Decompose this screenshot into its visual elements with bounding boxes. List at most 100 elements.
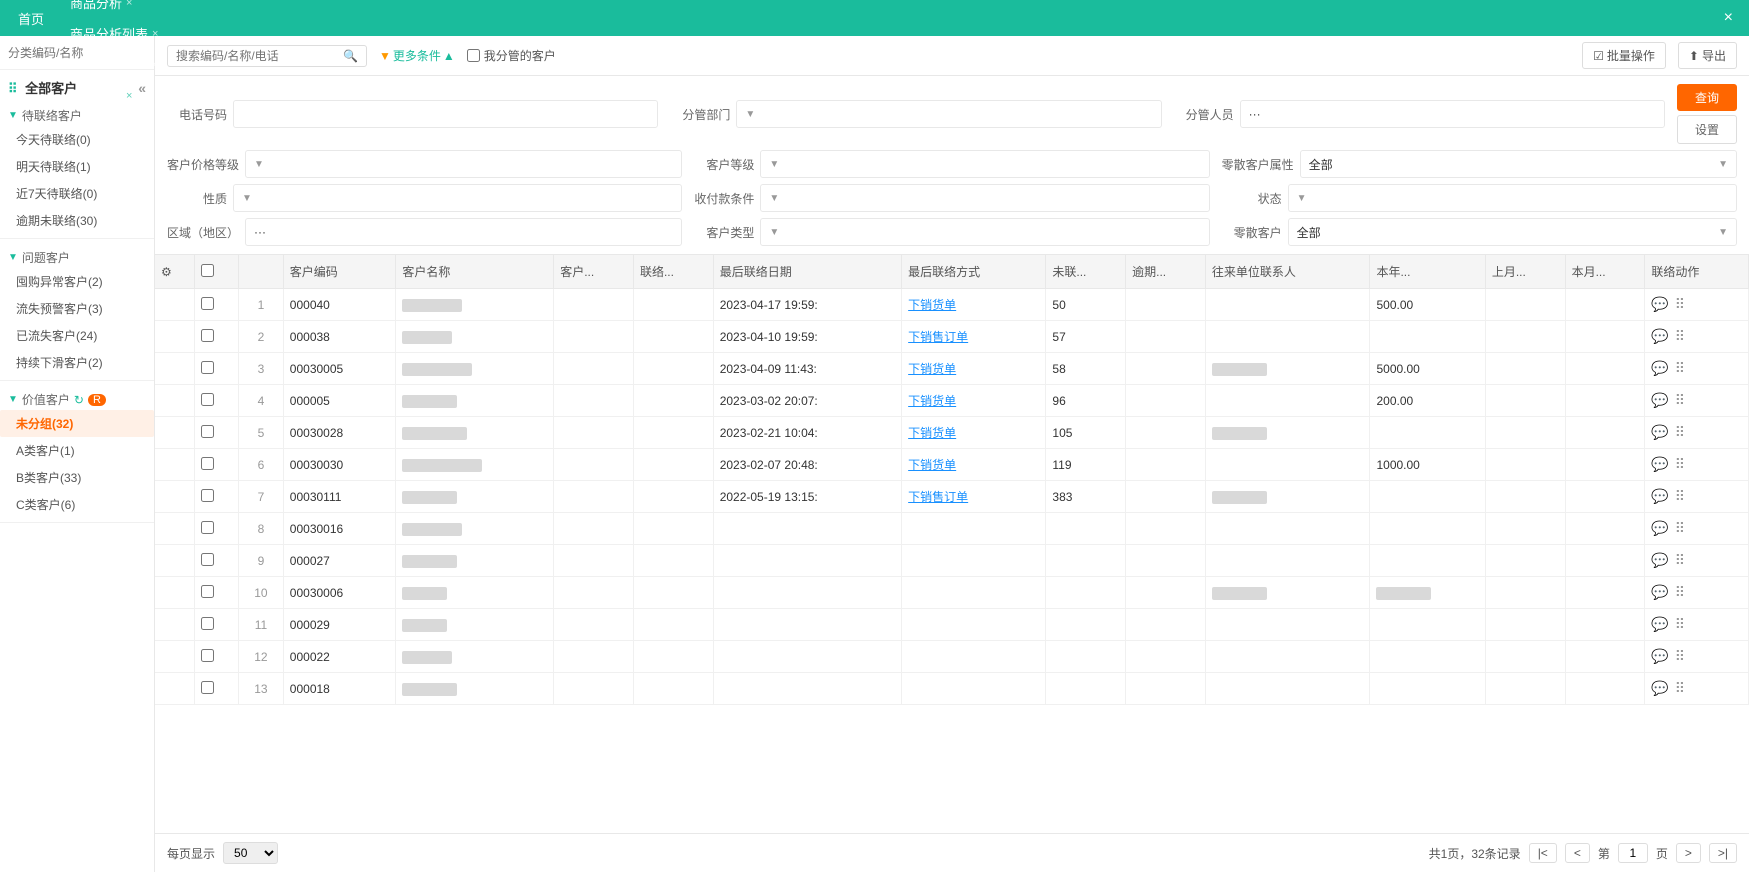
sidebar-group-价值客户[interactable]: ▼ 价值客户 ↻ R (0, 385, 154, 410)
contact-type-link[interactable]: 下销货单 (908, 394, 956, 408)
grid-icon[interactable]: ⠿ (1675, 648, 1685, 665)
row-checkbox[interactable] (201, 585, 214, 598)
sidebar-group-问题客户[interactable]: ▼ 问题客户 (0, 243, 154, 268)
last-contact-type[interactable]: 下销货单 (902, 353, 1046, 385)
grid-icon[interactable]: ⠿ (1675, 488, 1685, 505)
batch-op-button[interactable]: ☑ 批量操作 (1582, 42, 1666, 69)
nav-home[interactable]: 首页 (8, 3, 54, 34)
row-checkbox[interactable] (201, 553, 214, 566)
grid-icon[interactable]: ⠿ (1675, 680, 1685, 697)
sidebar-item-A类客户(1)[interactable]: A类客户(1) (0, 437, 154, 464)
filter-search-box[interactable]: 🔍 (167, 45, 367, 67)
sidebar-group-待联络客户[interactable]: ▼ 待联络客户 (0, 101, 154, 126)
grid-icon[interactable]: ⠿ (1675, 392, 1685, 409)
row-checkbox[interactable] (201, 617, 214, 630)
filter-input-客户价格等级[interactable]: ▼ (245, 150, 682, 178)
filter-input-状态[interactable]: ▼ (1288, 184, 1737, 212)
grid-icon[interactable]: ⠿ (1675, 552, 1685, 569)
nav-tab-商品分析[interactable]: 商品分析 × (58, 0, 170, 18)
more-conditions-button[interactable]: ▼ 更多条件 ▲ (379, 47, 455, 64)
grid-icon[interactable]: ⠿ (1675, 456, 1685, 473)
sidebar-item-已流失客户(24)[interactable]: 已流失客户(24) (0, 322, 154, 349)
select-all-checkbox[interactable] (201, 264, 214, 277)
contact-type-link[interactable]: 下销货单 (908, 426, 956, 440)
page-number-input[interactable] (1618, 843, 1648, 863)
sidebar-item-B类客户(33)[interactable]: B类客户(33) (0, 464, 154, 491)
grid-icon[interactable]: ⠿ (1675, 424, 1685, 441)
settings-icon[interactable]: ⚙ (161, 265, 172, 279)
sidebar-item-C类客户(6)[interactable]: C类客户(6) (0, 491, 154, 518)
message-icon[interactable]: 💬 (1651, 488, 1668, 505)
filter-input-性质[interactable]: ▼ (233, 184, 682, 212)
last-contact-type[interactable] (902, 641, 1046, 673)
last-page-button[interactable]: >| (1709, 843, 1737, 863)
first-page-button[interactable]: |< (1529, 843, 1557, 863)
contact-type-link[interactable]: 下销售订单 (908, 330, 968, 344)
filter-search-icon[interactable]: 🔍 (343, 49, 358, 63)
my-customers-checkbox[interactable]: 我分管的客户 (467, 47, 556, 64)
contact-type-link[interactable]: 下销售订单 (908, 490, 968, 504)
sidebar-item-持续下滑客户(2)[interactable]: 持续下滑客户(2) (0, 349, 154, 376)
query-button[interactable]: 查询 (1677, 84, 1737, 111)
message-icon[interactable]: 💬 (1651, 552, 1668, 569)
page-size-select[interactable]: 50 20 100 (223, 842, 278, 864)
message-icon[interactable]: 💬 (1651, 648, 1668, 665)
grid-icon[interactable]: ⠿ (1675, 360, 1685, 377)
sidebar-item-今天待联络(0)[interactable]: 今天待联络(0) (0, 126, 154, 153)
sidebar-item-明天待联络(1)[interactable]: 明天待联络(1) (0, 153, 154, 180)
sidebar-search-input[interactable] (8, 46, 155, 60)
grid-icon[interactable]: ⠿ (1675, 296, 1685, 313)
col-header-gear[interactable]: ⚙ (155, 255, 194, 289)
last-contact-type[interactable] (902, 545, 1046, 577)
filter-input-分管部门[interactable]: ▼ (736, 100, 1161, 128)
filter-input-客户类型[interactable]: ▼ (760, 218, 1209, 246)
sidebar-item-未分组(32)[interactable]: 未分组(32) (0, 410, 154, 437)
last-contact-type[interactable] (902, 609, 1046, 641)
reset-button[interactable]: 设置 (1677, 115, 1737, 144)
col-header-check[interactable] (194, 255, 238, 289)
tab-close-icon[interactable]: × (126, 0, 132, 9)
last-contact-type[interactable]: 下销货单 (902, 449, 1046, 481)
tab-close-icon[interactable]: × (152, 28, 158, 40)
sidebar-item-近7天待联络(0)[interactable]: 近7天待联络(0) (0, 180, 154, 207)
row-checkbox[interactable] (201, 393, 214, 406)
sidebar-item-囤购异常客户(2)[interactable]: 囤购异常客户(2) (0, 268, 154, 295)
contact-type-link[interactable]: 下销货单 (908, 298, 956, 312)
grid-icon[interactable]: ⠿ (1675, 616, 1685, 633)
message-icon[interactable]: 💬 (1651, 616, 1668, 633)
contact-type-link[interactable]: 下销货单 (908, 362, 956, 376)
last-contact-type[interactable]: 下销货单 (902, 385, 1046, 417)
filter-search-input[interactable] (176, 49, 339, 63)
global-close-button[interactable]: × (1716, 5, 1741, 31)
row-checkbox[interactable] (201, 521, 214, 534)
last-contact-type[interactable]: 下销售订单 (902, 321, 1046, 353)
row-checkbox[interactable] (201, 425, 214, 438)
message-icon[interactable]: 💬 (1651, 328, 1668, 345)
next-page-button[interactable]: > (1676, 843, 1701, 863)
refresh-icon[interactable]: ↻ (74, 393, 84, 407)
grid-icon[interactable]: ⠿ (1675, 584, 1685, 601)
filter-input-收付款条件[interactable]: ▼ (760, 184, 1209, 212)
prev-page-button[interactable]: < (1565, 843, 1590, 863)
grid-icon[interactable]: ⠿ (1675, 328, 1685, 345)
sidebar-item-流失预警客户(3)[interactable]: 流失预警客户(3) (0, 295, 154, 322)
row-checkbox[interactable] (201, 681, 214, 694)
filter-input-区域（地区）[interactable]: ··· (245, 218, 682, 246)
row-checkbox[interactable] (201, 457, 214, 470)
message-icon[interactable]: 💬 (1651, 424, 1668, 441)
export-button[interactable]: ⬆ 导出 (1678, 42, 1737, 69)
message-icon[interactable]: 💬 (1651, 680, 1668, 697)
last-contact-type[interactable] (902, 513, 1046, 545)
contact-type-link[interactable]: 下销货单 (908, 458, 956, 472)
message-icon[interactable]: 💬 (1651, 456, 1668, 473)
filter-input-电话号码[interactable] (233, 100, 658, 128)
sidebar-item-逾期未联络(30)[interactable]: 逾期未联络(30) (0, 207, 154, 234)
last-contact-type[interactable] (902, 577, 1046, 609)
filter-input-客户等级[interactable]: ▼ (760, 150, 1209, 178)
message-icon[interactable]: 💬 (1651, 584, 1668, 601)
filter-input-零散客户属性[interactable]: 全部 ▼ (1300, 150, 1737, 178)
tab-close-icon[interactable]: × (152, 59, 158, 71)
last-contact-type[interactable] (902, 673, 1046, 705)
message-icon[interactable]: 💬 (1651, 296, 1668, 313)
last-contact-type[interactable]: 下销售订单 (902, 481, 1046, 513)
